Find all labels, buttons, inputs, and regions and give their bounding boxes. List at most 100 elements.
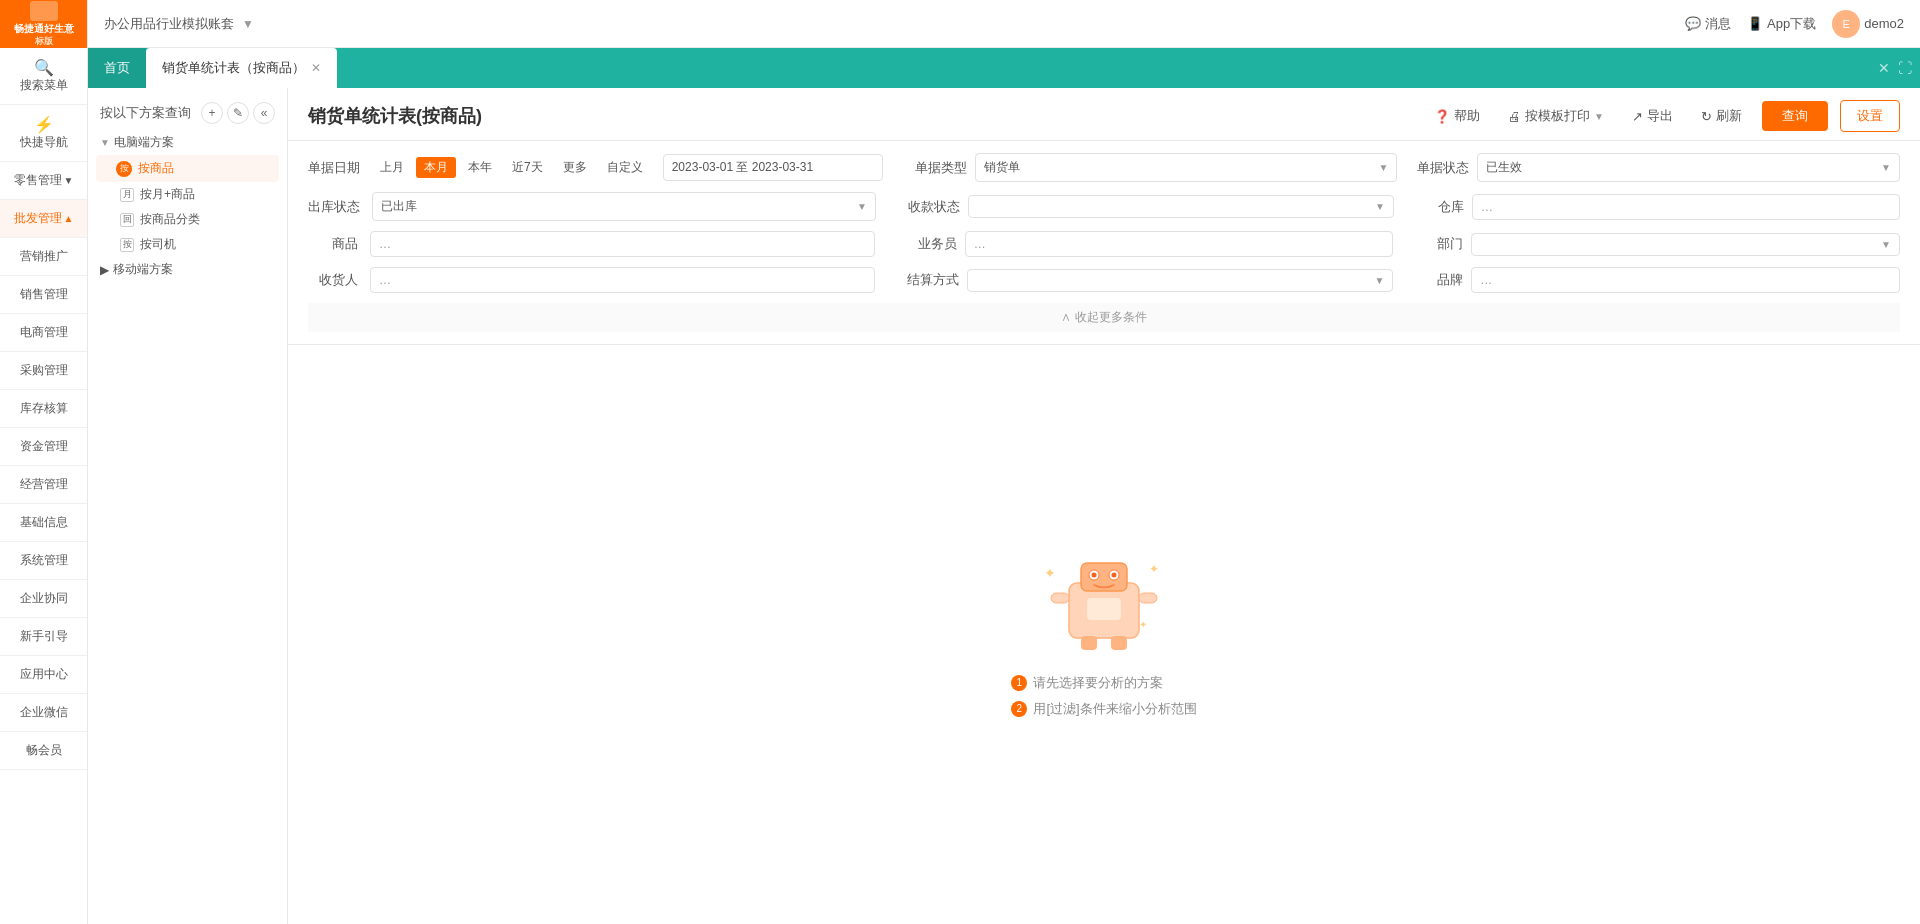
company-label: 按司机 [140, 236, 176, 253]
scheme-item-by-company[interactable]: 按 按司机 [104, 232, 279, 257]
sidebar-item-basic-info[interactable]: 基础信息 [0, 504, 87, 542]
salesperson-input[interactable]: … [965, 231, 1394, 257]
date-tag-custom[interactable]: 自定义 [599, 157, 651, 178]
date-shortcuts: 上月 本月 本年 近7天 更多 自定义 [372, 157, 651, 178]
tab-close-btn[interactable]: ✕ [311, 61, 321, 75]
finance-label: 资金管理 [4, 438, 83, 455]
help-btn[interactable]: ❓ 帮助 [1426, 103, 1488, 129]
tab-home[interactable]: 首页 [88, 48, 146, 88]
scheme-item-by-goods[interactable]: 按 按商品 [96, 155, 279, 182]
sidebar-item-search[interactable]: 🔍 搜索菜单 [0, 48, 87, 105]
edit-scheme-btn[interactable]: ✎ [227, 102, 249, 124]
scheme-item-by-goods-cat[interactable]: 回 按商品分类 [104, 207, 279, 232]
pc-scheme-group: ▼ 电脑端方案 按 按商品 月 按月+商品 [88, 130, 287, 257]
print-btn[interactable]: 🖨 按模板打印 ▼ [1500, 103, 1612, 129]
ecommerce-label: 电商管理 [4, 324, 83, 341]
date-tag-last-month[interactable]: 上月 [372, 157, 412, 178]
inventory-label: 库存核算 [4, 400, 83, 417]
window-maximize-icon[interactable]: ⛶ [1898, 60, 1912, 76]
filter-row-1: 单据日期 上月 本月 本年 近7天 更多 自定义 2023-03-01 至 20… [308, 153, 1900, 182]
wholesale-label: 批发管理 [14, 210, 62, 227]
sidebar-item-sales-mgmt[interactable]: 销售管理 [0, 276, 87, 314]
sidebar: 畅捷通好生意 标版 🔍 搜索菜单 ⚡ 快捷导航 零售管理 ▼ 批发管理 ▲ 营销… [0, 0, 88, 924]
tab-sales-stat[interactable]: 销货单统计表（按商品） ✕ [146, 48, 337, 88]
recipient-input[interactable]: … [370, 267, 875, 293]
settings-button[interactable]: 设置 [1840, 100, 1900, 132]
window-close-icon[interactable]: ✕ [1878, 60, 1890, 76]
date-tag-last-7[interactable]: 近7天 [504, 157, 551, 178]
warehouse-label: 仓库 [1414, 198, 1464, 216]
date-range-text: 2023-03-01 至 2023-03-31 [672, 159, 813, 176]
doc-type-select[interactable]: 销货单 ▼ [975, 153, 1398, 182]
brand-dots: … [1480, 273, 1492, 287]
month-goods-label: 按月+商品 [140, 186, 195, 203]
add-scheme-btn[interactable]: + [201, 102, 223, 124]
dept-arrow-icon: ▼ [1881, 239, 1891, 250]
pc-group-label: 电脑端方案 [114, 134, 174, 151]
recipient-label: 收货人 [308, 271, 358, 289]
tabbar: 首页 销货单统计表（按商品） ✕ ✕ ⛶ [88, 48, 1920, 88]
goods-input[interactable]: … [370, 231, 875, 257]
app-download-btn[interactable]: 📱 App下载 [1747, 15, 1816, 33]
stock-out-select[interactable]: 已出库 ▼ [372, 192, 876, 221]
doc-status-arrow-icon: ▼ [1881, 162, 1891, 173]
message-btn[interactable]: 💬 消息 [1685, 15, 1731, 33]
sidebar-item-enterprise[interactable]: 企业协同 [0, 580, 87, 618]
sidebar-item-retail[interactable]: 零售管理 ▼ [0, 162, 87, 200]
filter-panel-header: 按以下方案查询 + ✎ « [88, 96, 287, 130]
sidebar-item-wechat[interactable]: 企业微信 [0, 694, 87, 732]
scheme-item-by-month-goods[interactable]: 月 按月+商品 [104, 182, 279, 207]
sidebar-item-member[interactable]: 畅会员 [0, 732, 87, 770]
topbar-right: 💬 消息 📱 App下载 E demo2 [1685, 10, 1904, 38]
collapse-bar[interactable]: ∧ 收起更多条件 [308, 303, 1900, 332]
stock-out-value: 已出库 [381, 198, 417, 215]
export-btn[interactable]: ↗ 导出 [1624, 103, 1681, 129]
doc-status-select[interactable]: 已生效 ▼ [1477, 153, 1900, 182]
sidebar-item-app-center[interactable]: 应用中心 [0, 656, 87, 694]
dept-label: 部门 [1413, 235, 1463, 253]
svg-rect-9 [1081, 636, 1097, 650]
by-goods-label: 按商品 [138, 160, 174, 177]
payment-method-select[interactable]: ▼ [967, 269, 1394, 292]
sidebar-item-marketing[interactable]: 营销推广 [0, 238, 87, 276]
enterprise-label: 企业协同 [4, 590, 83, 607]
print-label: 按模板打印 [1525, 107, 1590, 125]
mobile-group-header[interactable]: ▶ 移动端方案 [96, 257, 279, 282]
sidebar-item-purchase[interactable]: 采购管理 [0, 352, 87, 390]
date-tag-this-year[interactable]: 本年 [460, 157, 500, 178]
empty-illustration: ✦ ✦ ✦ [1039, 548, 1169, 658]
query-button[interactable]: 查询 [1762, 101, 1828, 131]
date-tag-this-month[interactable]: 本月 [416, 157, 456, 178]
sidebar-item-operations[interactable]: 经营管理 [0, 466, 87, 504]
sidebar-item-finance[interactable]: 资金管理 [0, 428, 87, 466]
help-icon: ❓ [1434, 109, 1450, 124]
mobile-group-label: 移动端方案 [113, 261, 173, 278]
user-profile[interactable]: E demo2 [1832, 10, 1904, 38]
date-picker[interactable]: 2023-03-01 至 2023-03-31 [663, 154, 883, 181]
payment-select[interactable]: ▼ [968, 195, 1394, 218]
payment-group: 收款状态 ▼ [908, 195, 1394, 218]
date-tag-more[interactable]: 更多 [555, 157, 595, 178]
tip-item-2: 2 用[过滤]条件来缩小分析范围 [1011, 696, 1196, 722]
warehouse-select[interactable]: … [1472, 194, 1900, 220]
app-download-icon: 📱 [1747, 16, 1763, 31]
system-label: 系统管理 [4, 552, 83, 569]
app-name: 畅捷通好生意 [14, 23, 74, 35]
sidebar-item-guide[interactable]: 新手引导 [0, 618, 87, 656]
sidebar-item-ecommerce[interactable]: 电商管理 [0, 314, 87, 352]
collapse-panel-btn[interactable]: « [253, 102, 275, 124]
sidebar-item-inventory[interactable]: 库存核算 [0, 390, 87, 428]
export-icon: ↗ [1632, 109, 1643, 124]
retail-arrow-icon: ▼ [64, 175, 74, 186]
app-subtitle: 标版 [35, 35, 53, 48]
sidebar-item-system[interactable]: 系统管理 [0, 542, 87, 580]
svg-rect-8 [1139, 593, 1157, 603]
export-label: 导出 [1647, 107, 1673, 125]
pc-group-header[interactable]: ▼ 电脑端方案 [96, 130, 279, 155]
warehouse-group: 仓库 … [1414, 194, 1900, 220]
refresh-btn[interactable]: ↻ 刷新 [1693, 103, 1750, 129]
brand-input[interactable]: … [1471, 267, 1900, 293]
sidebar-item-quick-nav[interactable]: ⚡ 快捷导航 [0, 105, 87, 162]
sidebar-item-wholesale[interactable]: 批发管理 ▲ [0, 200, 87, 238]
dept-select[interactable]: ▼ [1471, 233, 1900, 256]
